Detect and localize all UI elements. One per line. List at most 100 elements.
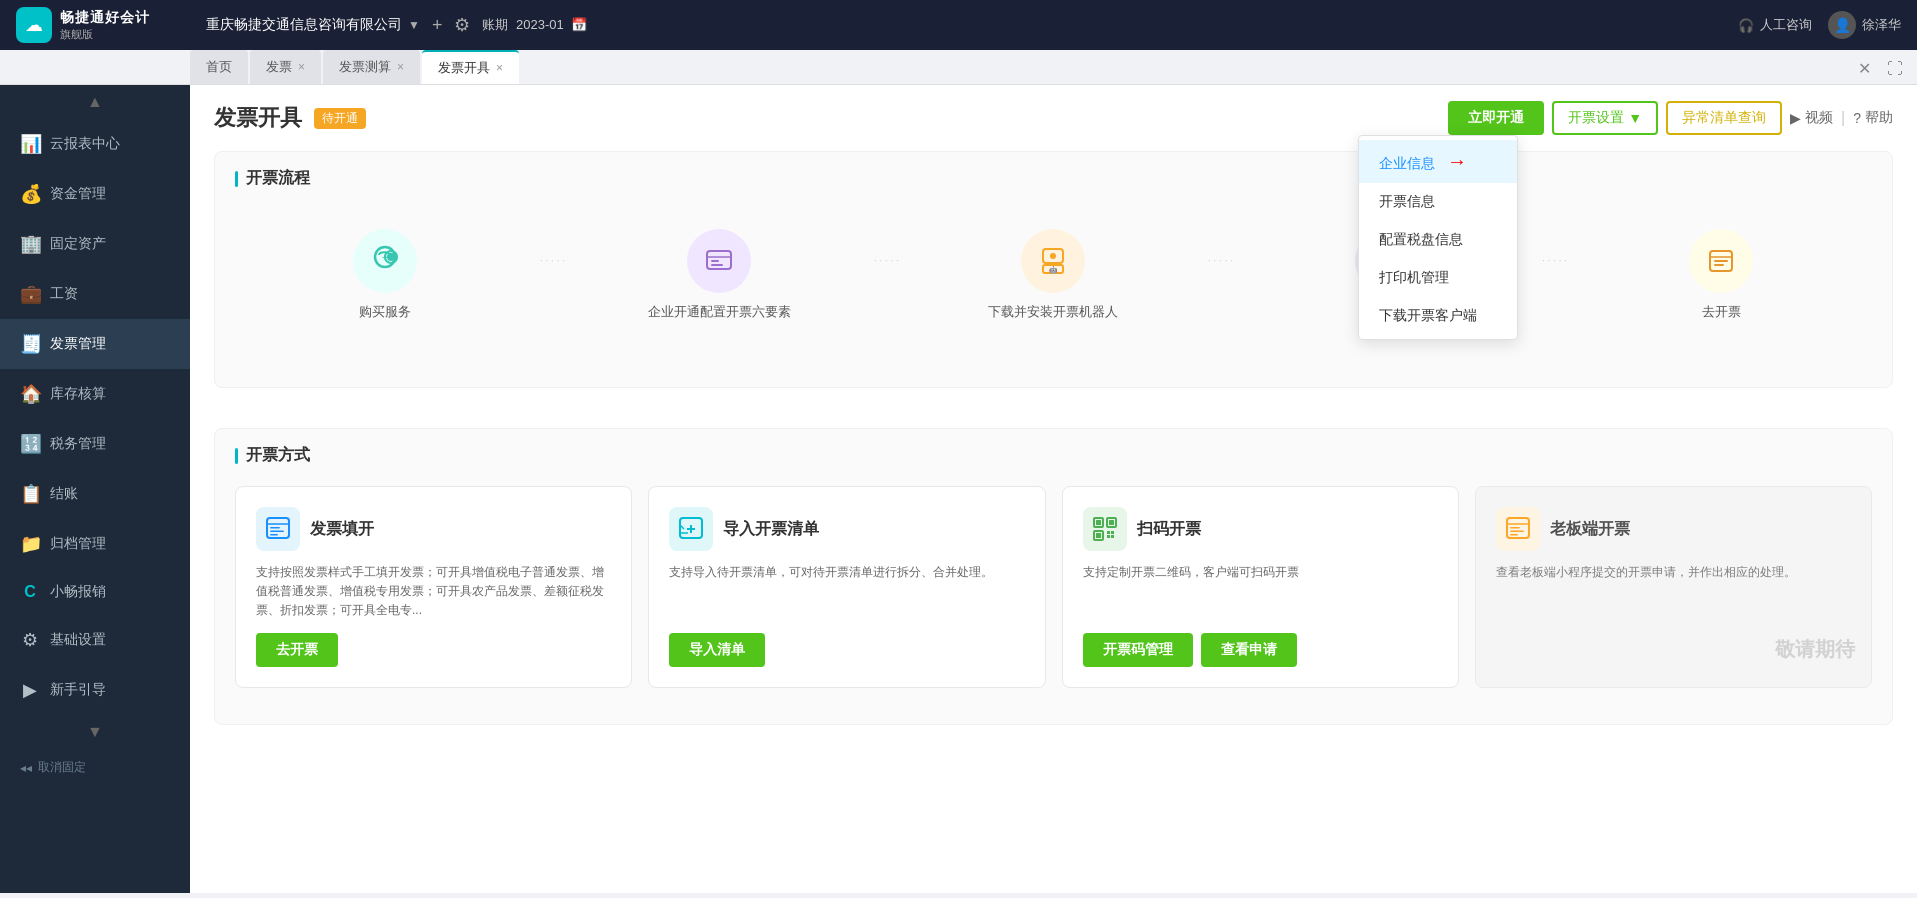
sidebar-item-guide[interactable]: ▶ 新手引导	[0, 665, 190, 715]
sidebar-scroll-down[interactable]: ▼	[0, 715, 190, 749]
invoice-settings-dropdown: 企业信息 → 开票信息 配置税盘信息 打印机管理 下	[1358, 135, 1518, 340]
add-company-button[interactable]: +	[432, 15, 443, 36]
video-label: 视频	[1805, 109, 1833, 127]
tab-invoice-tool-label: 发票开具	[438, 59, 490, 77]
sidebar-item-archive[interactable]: 📁 归档管理	[0, 519, 190, 569]
logo-title: 畅捷通好会计	[60, 9, 150, 27]
svg-rect-4	[707, 251, 731, 269]
activate-button[interactable]: 立即开通	[1448, 101, 1544, 135]
dropdown-arrow-icon: ▼	[1628, 110, 1642, 126]
fill-icon	[256, 507, 300, 551]
guide-icon: ▶	[20, 679, 40, 701]
sidebar-item-invoice-mgmt[interactable]: 🧾 发票管理	[0, 319, 190, 369]
help-button[interactable]: ? 帮助	[1853, 109, 1893, 127]
video-button[interactable]: ▶ 视频	[1790, 109, 1833, 127]
svg-rect-29	[1109, 520, 1114, 525]
tab-bar: 首页 发票 × 发票测算 × 发票开具 × ✕ ⛶	[0, 50, 1917, 85]
svg-rect-30	[1096, 533, 1101, 538]
tab-home[interactable]: 首页	[190, 50, 248, 84]
tab-invoice-test[interactable]: 发票测算 ×	[323, 50, 420, 84]
page-header: 发票开具 待开通 立即开通 开票设置 ▼ 企业信息 →	[190, 85, 1917, 151]
dropdown-item-company-info[interactable]: 企业信息 →	[1359, 140, 1517, 183]
flow-section: 开票流程 +	[190, 151, 1917, 428]
svg-rect-39	[1510, 534, 1518, 536]
svg-rect-7	[711, 264, 723, 266]
headset-icon: 🎧	[1738, 18, 1754, 33]
step-go-invoice-icon	[1689, 229, 1753, 293]
flow-connector-4: · · · · ·	[1538, 255, 1571, 266]
sidebar-item-funds[interactable]: 💰 资金管理	[0, 169, 190, 219]
logo-icon: ☁	[16, 7, 52, 43]
boss-title: 老板端开票	[1550, 519, 1630, 540]
accounting-icon: 📋	[20, 483, 40, 505]
svg-point-1	[387, 253, 395, 261]
step-buy-icon: +	[353, 229, 417, 293]
xiaochang-icon: C	[20, 583, 40, 601]
tab-invoice-close[interactable]: ×	[298, 60, 305, 74]
consult-label: 人工咨询	[1760, 16, 1812, 34]
svg-text:🤖: 🤖	[1049, 265, 1058, 274]
sidebar-item-reports[interactable]: 📊 云报表中心	[0, 119, 190, 169]
sidebar-item-tax[interactable]: 🔢 税务管理	[0, 419, 190, 469]
flow-connector-2: · · · · ·	[870, 255, 903, 266]
sidebar-item-accounting[interactable]: 📋 结账	[0, 469, 190, 519]
qr-code-manage-button[interactable]: 开票码管理	[1083, 633, 1193, 667]
sidebar-item-tax-label: 税务管理	[50, 435, 106, 453]
svg-point-9	[1050, 253, 1056, 259]
sidebar-item-xiaochang-label: 小畅报销	[50, 583, 106, 601]
tab-invoice-test-close[interactable]: ×	[397, 60, 404, 74]
tab-invoice-tool[interactable]: 发票开具 ×	[422, 50, 519, 84]
coming-soon-text: 敬请期待	[1775, 638, 1855, 660]
sidebar-item-xiaochang[interactable]: C 小畅报销	[0, 569, 190, 615]
sidebar-item-guide-label: 新手引导	[50, 681, 106, 699]
flow-step-install: 🤖 下载并安装开票机器人	[903, 229, 1204, 321]
invoice-settings-button[interactable]: 开票设置 ▼	[1552, 101, 1658, 135]
sidebar-item-settings[interactable]: ⚙ 基础设置	[0, 615, 190, 665]
help-label: 帮助	[1865, 109, 1893, 127]
sidebar-item-inventory[interactable]: 🏠 库存核算	[0, 369, 190, 419]
dropdown-item-invoice-info[interactable]: 开票信息	[1359, 183, 1517, 221]
scan-title: 扫码开票	[1137, 519, 1201, 540]
settings-icon-button[interactable]: ⚙	[454, 14, 470, 36]
unpin-icon: ◂◂	[20, 761, 32, 775]
settings-dropdown-container: 开票设置 ▼ 企业信息 → 开票信息 配置税盘信息	[1552, 101, 1658, 135]
svg-text:+: +	[383, 252, 389, 263]
sidebar-item-invoice-mgmt-label: 发票管理	[50, 335, 106, 353]
sidebar-item-assets[interactable]: 🏢 固定资产	[0, 219, 190, 269]
import-desc: 支持导入待开票清单，可对待开票清单进行拆分、合并处理。	[669, 563, 1024, 582]
step-config-icon	[687, 229, 751, 293]
tab-invoice-tool-close[interactable]: ×	[496, 61, 503, 75]
human-consult[interactable]: 🎧 人工咨询	[1738, 16, 1812, 34]
step-install-label: 下载并安装开票机器人	[988, 303, 1118, 321]
maximize-window-button[interactable]: ⛶	[1881, 57, 1909, 80]
flow-steps: + 购买服务 · · · · ·	[235, 209, 1872, 341]
svg-rect-23	[270, 534, 278, 536]
method-card-scan: 扫码开票 支持定制开票二维码，客户端可扫码开票 开票码管理 查看申请	[1062, 486, 1459, 688]
exception-list-button[interactable]: 异常清单查询	[1666, 101, 1782, 135]
svg-rect-18	[1714, 264, 1724, 266]
sidebar-item-funds-label: 资金管理	[50, 185, 106, 203]
archive-icon: 📁	[20, 533, 40, 555]
dropdown-item-printer-mgmt[interactable]: 打印机管理	[1359, 259, 1517, 297]
avatar: 👤	[1828, 11, 1856, 39]
view-apply-button[interactable]: 查看申请	[1201, 633, 1297, 667]
dropdown-item-tax-config[interactable]: 配置税盘信息	[1359, 221, 1517, 259]
tab-invoice[interactable]: 发票 ×	[250, 50, 321, 84]
import-list-button[interactable]: 导入清单	[669, 633, 765, 667]
tax-config-label: 配置税盘信息	[1379, 231, 1463, 247]
fill-go-invoice-button[interactable]: 去开票	[256, 633, 338, 667]
method-card-fill: 发票填开 支持按照发票样式手工填开发票；可开具增值税电子普通发票、增值税普通发票…	[235, 486, 632, 688]
close-window-button[interactable]: ✕	[1852, 57, 1877, 80]
company-selector[interactable]: 重庆畅捷交通信息咨询有限公司 ▼	[206, 16, 420, 34]
invoice-settings-label: 开票设置	[1568, 109, 1624, 127]
svg-rect-22	[270, 531, 284, 533]
method-card-boss-header: 老板端开票	[1496, 507, 1851, 551]
main-layout: ▲ 📊 云报表中心 💰 资金管理 🏢 固定资产 💼 工资 🧾 发票管理 🏠 库存…	[0, 85, 1917, 893]
svg-rect-38	[1510, 531, 1524, 533]
sidebar-unpin[interactable]: ◂◂ 取消固定	[0, 749, 190, 786]
sidebar-item-payroll[interactable]: 💼 工资	[0, 269, 190, 319]
sidebar-item-inventory-label: 库存核算	[50, 385, 106, 403]
sidebar-scroll-up[interactable]: ▲	[0, 85, 190, 119]
period-label: 账期 2023-01 📅	[482, 16, 587, 34]
dropdown-item-download-client[interactable]: 下载开票客户端	[1359, 297, 1517, 335]
